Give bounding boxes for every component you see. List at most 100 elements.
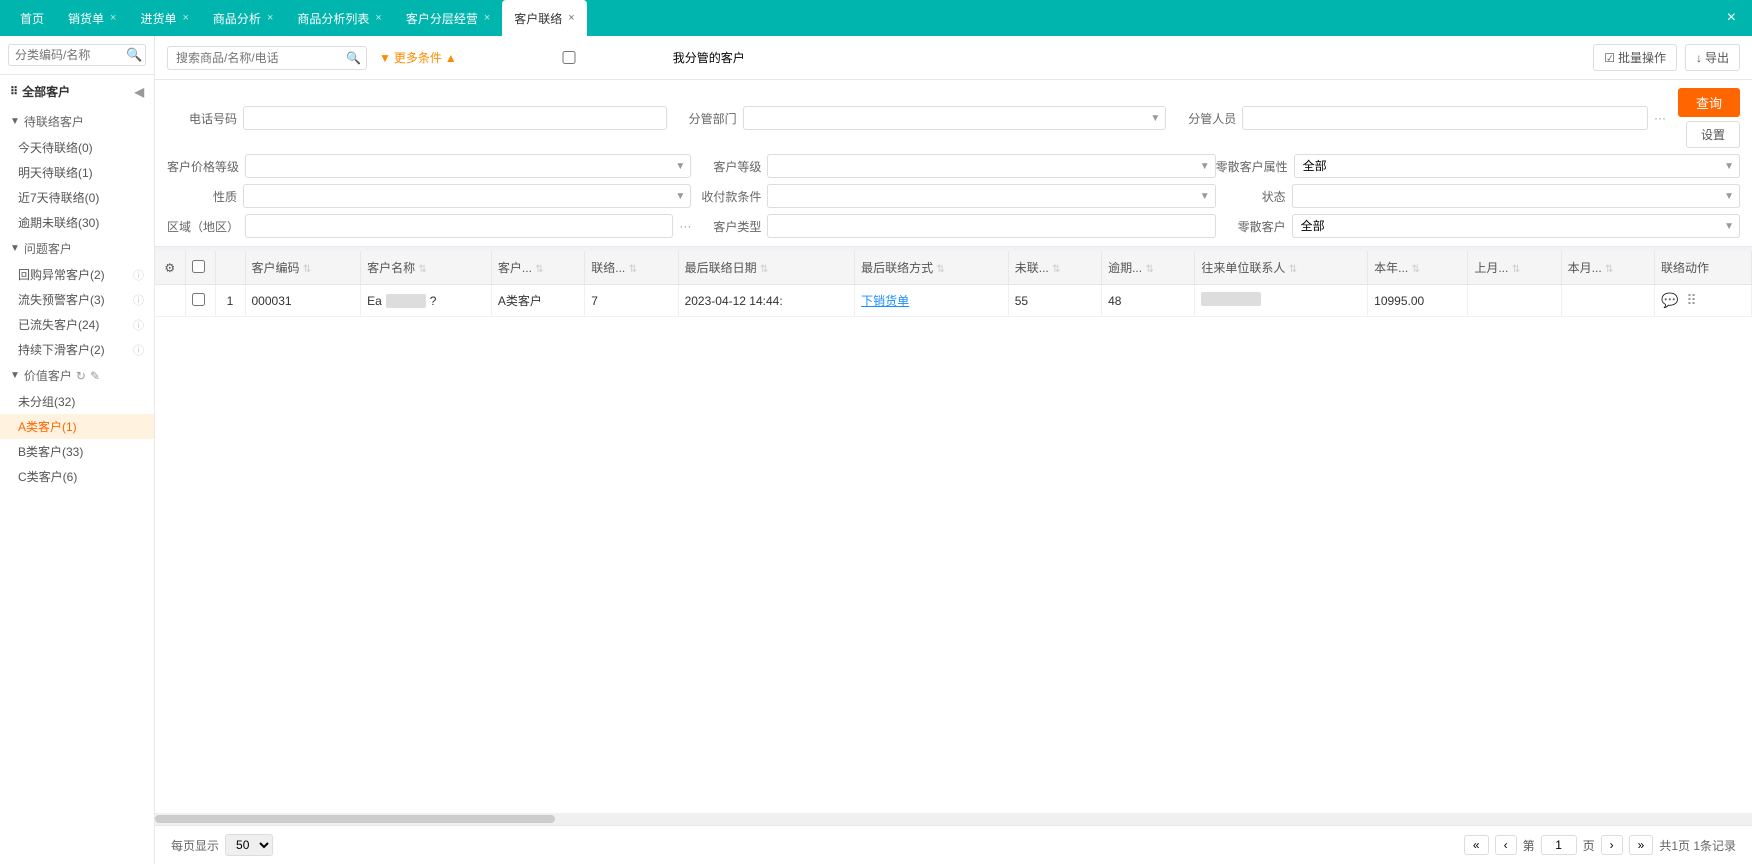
- th-level[interactable]: 客户... ⇅: [491, 251, 584, 285]
- th-no-contact[interactable]: 未联... ⇅: [1008, 251, 1101, 285]
- sidebar-section-value-customers[interactable]: ▼ 价值客户 ↻ ✎: [0, 362, 154, 389]
- th-last-month[interactable]: 上月... ⇅: [1468, 251, 1561, 285]
- grid-icon: ⠿: [10, 85, 18, 98]
- region-input[interactable]: [245, 214, 673, 238]
- export-button[interactable]: ↓ 导出: [1685, 44, 1740, 71]
- more-conditions-button[interactable]: ▼ 更多条件 ▲: [379, 49, 457, 66]
- dept-select[interactable]: [743, 106, 1167, 130]
- scrollbar-thumb[interactable]: [155, 815, 555, 823]
- person-ellipsis-icon[interactable]: ···: [1654, 111, 1666, 125]
- nav-product-analysis[interactable]: 商品分析 ×: [201, 0, 285, 36]
- next-page-button[interactable]: ›: [1601, 835, 1623, 855]
- customer-type-cell: 客户类型: [691, 214, 1215, 238]
- th-last-date[interactable]: 最后联络日期 ⇅: [678, 251, 854, 285]
- status-select[interactable]: [1292, 184, 1740, 208]
- region-ellipsis-icon[interactable]: ···: [679, 219, 691, 233]
- th-action: 联络动作: [1654, 251, 1751, 285]
- settings-button[interactable]: 设置: [1686, 121, 1740, 148]
- th-unit-contact[interactable]: 往来单位联系人 ⇅: [1195, 251, 1368, 285]
- per-page-select[interactable]: 50: [225, 834, 273, 856]
- nav-customer-contact[interactable]: 客户联络 ×: [502, 0, 586, 36]
- window-close-button[interactable]: ×: [1719, 9, 1744, 27]
- query-button[interactable]: 查询: [1678, 88, 1740, 117]
- sidebar-all-customers-header[interactable]: ⠿ 全部客户 ◀: [0, 75, 154, 108]
- td-name: Ea ?: [361, 285, 492, 317]
- close-purchase-order-icon[interactable]: ×: [182, 12, 188, 24]
- filter-row-4: 区域（地区） ··· 客户类型 零散客户 全部 ▼: [167, 214, 1740, 238]
- unit-contact-masked: [1201, 292, 1261, 306]
- bottom-bar: 每页显示 50 « ‹ 第 页 › » 共1页 1条记录: [155, 825, 1752, 864]
- my-customers-checkbox[interactable]: [469, 51, 669, 64]
- payment-select[interactable]: [767, 184, 1215, 208]
- nav-purchase-order[interactable]: 进货单 ×: [128, 0, 200, 36]
- edit-icon[interactable]: ✎: [90, 369, 100, 383]
- sidebar-item-class-c[interactable]: C类客户(6): [0, 464, 154, 489]
- batch-operation-button[interactable]: ☑ 批量操作: [1593, 44, 1677, 71]
- horizontal-scrollbar[interactable]: [155, 813, 1752, 825]
- th-code[interactable]: 客户编码 ⇅: [245, 251, 361, 285]
- sidebar-item-declining[interactable]: 持续下滑客户(2) ⓘ: [0, 337, 154, 362]
- th-overdue[interactable]: 逾期... ⇅: [1102, 251, 1195, 285]
- customer-type-input[interactable]: [767, 214, 1215, 238]
- nature-select[interactable]: [243, 184, 691, 208]
- retail-customer-select[interactable]: 全部: [1292, 214, 1740, 238]
- page-input[interactable]: [1541, 835, 1577, 855]
- td-checkbox[interactable]: [185, 285, 215, 317]
- close-sales-order-icon[interactable]: ×: [110, 12, 116, 24]
- price-level-select[interactable]: [245, 154, 691, 178]
- more-action-icon[interactable]: ⠿: [1686, 292, 1696, 309]
- sidebar-item-class-b[interactable]: B类客户(33): [0, 439, 154, 464]
- refresh-icon[interactable]: ↻: [76, 369, 86, 383]
- prev-page-button[interactable]: ‹: [1495, 835, 1517, 855]
- sort-method-icon: ⇅: [936, 264, 944, 275]
- nav-product-analysis-list[interactable]: 商品分析列表 ×: [285, 0, 393, 36]
- th-contact-count[interactable]: 联络... ⇅: [585, 251, 678, 285]
- sidebar-item-abnormal-repurchase[interactable]: 回购异常客户(2) ⓘ: [0, 262, 154, 287]
- sidebar-section-problem-customers[interactable]: ▼ 问题客户: [0, 235, 154, 262]
- last-page-button[interactable]: »: [1629, 835, 1654, 855]
- sidebar-collapse-icon[interactable]: ◀: [135, 85, 144, 99]
- main-search-icon[interactable]: 🔍: [346, 51, 361, 65]
- th-checkbox[interactable]: [185, 251, 215, 285]
- nav-sales-order[interactable]: 销货单 ×: [56, 0, 128, 36]
- customer-type-label: 客户类型: [691, 218, 761, 235]
- batch-icon: ☑: [1604, 51, 1615, 65]
- select-all-checkbox[interactable]: [192, 260, 205, 273]
- close-customer-contact-icon[interactable]: ×: [568, 12, 574, 24]
- sidebar-item-no-group[interactable]: 未分组(32): [0, 389, 154, 414]
- row-checkbox[interactable]: [192, 293, 205, 306]
- retail-attr-select[interactable]: 全部: [1294, 154, 1740, 178]
- first-page-button[interactable]: «: [1464, 835, 1489, 855]
- th-name[interactable]: 客户名称 ⇅: [361, 251, 492, 285]
- nav-customer-tier[interactable]: 客户分层经营 ×: [394, 0, 502, 36]
- th-last-method[interactable]: 最后联络方式 ⇅: [855, 251, 1009, 285]
- customer-level-select[interactable]: [767, 154, 1215, 178]
- sidebar: 🔍 ⠿ 全部客户 ◀ ▼ 待联络客户 今天待联络(0) 明天待联络(1) 近7天…: [0, 36, 155, 864]
- main-search-input[interactable]: [167, 46, 367, 70]
- last-method-link[interactable]: 下销货单: [861, 294, 909, 308]
- th-settings[interactable]: ⚙: [155, 251, 185, 285]
- td-num: 1: [215, 285, 245, 317]
- td-last-method: 下销货单: [855, 285, 1009, 317]
- close-product-analysis-list-icon[interactable]: ×: [375, 12, 381, 24]
- person-input[interactable]: [1242, 106, 1648, 130]
- top-nav: 首页 销货单 × 进货单 × 商品分析 × 商品分析列表 × 客户分层经营 × …: [0, 0, 1752, 36]
- close-product-analysis-icon[interactable]: ×: [267, 12, 273, 24]
- sidebar-item-class-a[interactable]: A类客户(1): [0, 414, 154, 439]
- th-this-month[interactable]: 本月... ⇅: [1561, 251, 1654, 285]
- sidebar-item-churned[interactable]: 已流失客户(24) ⓘ: [0, 312, 154, 337]
- th-this-year[interactable]: 本年... ⇅: [1368, 251, 1468, 285]
- sidebar-item-tomorrow-contact[interactable]: 明天待联络(1): [0, 160, 154, 185]
- nav-home[interactable]: 首页: [8, 0, 56, 36]
- close-customer-tier-icon[interactable]: ×: [484, 12, 490, 24]
- sidebar-item-7days-contact[interactable]: 近7天待联络(0): [0, 185, 154, 210]
- message-action-icon[interactable]: 💬: [1661, 292, 1678, 309]
- my-customers-checkbox-wrap[interactable]: 我分管的客户: [469, 49, 745, 66]
- phone-input[interactable]: [243, 106, 667, 130]
- sidebar-item-today-contact[interactable]: 今天待联络(0): [0, 135, 154, 160]
- sidebar-section-pending-contact[interactable]: ▼ 待联络客户: [0, 108, 154, 135]
- phone-label: 电话号码: [167, 110, 237, 127]
- sidebar-item-churn-warning[interactable]: 流失预警客户(3) ⓘ: [0, 287, 154, 312]
- sidebar-item-overdue-contact[interactable]: 逾期未联络(30): [0, 210, 154, 235]
- table-header-row: ⚙ 客户编码 ⇅ 客户名称 ⇅: [155, 251, 1752, 285]
